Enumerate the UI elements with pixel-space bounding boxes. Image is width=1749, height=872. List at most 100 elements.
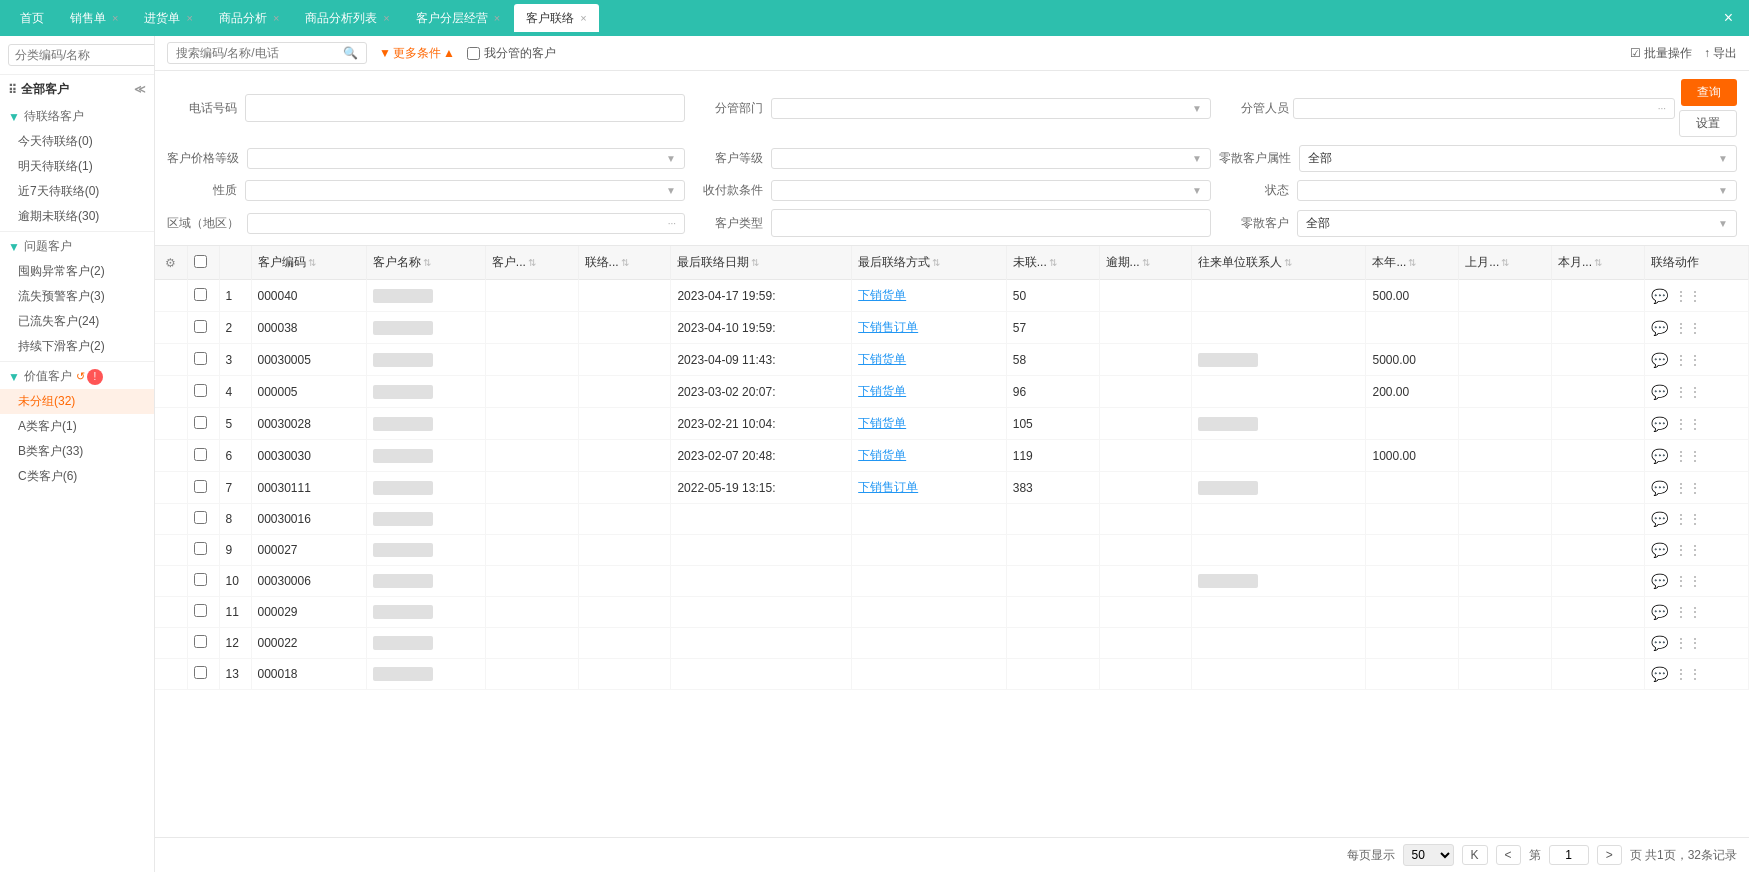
contact-icon[interactable]: 💬 bbox=[1651, 604, 1668, 620]
more-icon[interactable]: ⋮⋮ bbox=[1674, 666, 1702, 682]
collapse-icon[interactable]: ≪ bbox=[134, 83, 146, 96]
row-checkbox[interactable] bbox=[194, 448, 207, 461]
tab-home[interactable]: 首页 bbox=[8, 4, 56, 32]
th-type[interactable]: 客户...⇅ bbox=[485, 246, 578, 280]
close-sales-icon[interactable]: × bbox=[112, 12, 118, 24]
close-purchase-icon[interactable]: × bbox=[186, 12, 192, 24]
contact-icon[interactable]: 💬 bbox=[1651, 573, 1668, 589]
th-last-contact-method[interactable]: 最后联络方式⇅ bbox=[852, 246, 1007, 280]
contact-icon[interactable]: 💬 bbox=[1651, 320, 1668, 336]
first-page-btn[interactable]: K bbox=[1462, 845, 1488, 865]
more-icon[interactable]: ⋮⋮ bbox=[1674, 416, 1702, 432]
row-checkbox[interactable] bbox=[194, 573, 207, 586]
th-name[interactable]: 客户名称⇅ bbox=[367, 246, 486, 280]
row-checkbox[interactable] bbox=[194, 604, 207, 617]
reset-button[interactable]: 设置 bbox=[1679, 110, 1737, 137]
contact-icon[interactable]: 💬 bbox=[1651, 288, 1668, 304]
row-checkbox[interactable] bbox=[194, 384, 207, 397]
close-product-analysis-list-icon[interactable]: × bbox=[383, 12, 389, 24]
select-manager[interactable]: ··· bbox=[1293, 98, 1675, 119]
tab-product-analysis-list[interactable]: 商品分析列表 × bbox=[293, 4, 401, 32]
more-icon[interactable]: ⋮⋮ bbox=[1674, 448, 1702, 464]
select-customer-grade[interactable]: ▼ bbox=[771, 148, 1211, 169]
select-payment[interactable]: ▼ bbox=[771, 180, 1211, 201]
sidebar-item-tomorrow[interactable]: 明天待联络(1) bbox=[0, 154, 154, 179]
select-region[interactable]: ··· bbox=[247, 213, 685, 234]
search-icon[interactable]: 🔍 bbox=[343, 46, 358, 60]
sidebar-item-7days[interactable]: 近7天待联络(0) bbox=[0, 179, 154, 204]
more-icon[interactable]: ⋮⋮ bbox=[1674, 288, 1702, 304]
contact-icon[interactable]: 💬 bbox=[1651, 542, 1668, 558]
close-customer-segment-icon[interactable]: × bbox=[494, 12, 500, 24]
sidebar-search-input[interactable] bbox=[8, 44, 155, 66]
more-icon[interactable]: ⋮⋮ bbox=[1674, 573, 1702, 589]
more-icon[interactable]: ⋮⋮ bbox=[1674, 352, 1702, 368]
sidebar-item-classC[interactable]: C类客户(6) bbox=[0, 464, 154, 489]
th-last-month[interactable]: 上月...⇅ bbox=[1459, 246, 1552, 280]
row-checkbox[interactable] bbox=[194, 542, 207, 555]
search-input[interactable] bbox=[176, 46, 343, 60]
th-partner-contact[interactable]: 往来单位联系人⇅ bbox=[1192, 246, 1366, 280]
sidebar-item-overdue[interactable]: 逾期未联络(30) bbox=[0, 204, 154, 229]
row-checkbox[interactable] bbox=[194, 666, 207, 679]
row-checkbox[interactable] bbox=[194, 635, 207, 648]
contact-icon[interactable]: 💬 bbox=[1651, 448, 1668, 464]
th-this-month[interactable]: 本月...⇅ bbox=[1552, 246, 1645, 280]
row-checkbox[interactable] bbox=[194, 352, 207, 365]
settings-gear-icon[interactable]: ⚙ bbox=[161, 256, 181, 270]
more-icon[interactable]: ⋮⋮ bbox=[1674, 384, 1702, 400]
sidebar-item-classA[interactable]: A类客户(1) bbox=[0, 414, 154, 439]
select-scattered[interactable]: 全部▼ bbox=[1297, 210, 1737, 237]
tab-sales[interactable]: 销售单 × bbox=[58, 4, 130, 32]
input-customer-type[interactable] bbox=[771, 209, 1211, 237]
select-dept[interactable]: ▼ bbox=[771, 98, 1211, 119]
page-number-input[interactable] bbox=[1549, 845, 1589, 865]
select-nature[interactable]: ▼ bbox=[245, 180, 685, 201]
sidebar-item-today[interactable]: 今天待联络(0) bbox=[0, 129, 154, 154]
more-icon[interactable]: ⋮⋮ bbox=[1674, 542, 1702, 558]
row-checkbox[interactable] bbox=[194, 288, 207, 301]
per-page-select[interactable]: 50 20 100 bbox=[1403, 844, 1454, 866]
contact-icon[interactable]: 💬 bbox=[1651, 511, 1668, 527]
my-customers-checkbox[interactable] bbox=[467, 47, 480, 60]
export-btn[interactable]: ↑ 导出 bbox=[1704, 45, 1737, 62]
close-customer-contact-icon[interactable]: × bbox=[580, 12, 586, 24]
search-button[interactable]: 查询 bbox=[1681, 79, 1737, 106]
row-checkbox[interactable] bbox=[194, 320, 207, 333]
batch-operation-btn[interactable]: ☑ 批量操作 bbox=[1630, 45, 1692, 62]
select-scattered-attr[interactable]: 全部▼ bbox=[1299, 145, 1737, 172]
input-phone[interactable] bbox=[245, 94, 685, 122]
row-checkbox[interactable] bbox=[194, 511, 207, 524]
sidebar-item-classB[interactable]: B类客户(33) bbox=[0, 439, 154, 464]
next-page-btn[interactable]: > bbox=[1597, 845, 1622, 865]
tab-purchase[interactable]: 进货单 × bbox=[132, 4, 204, 32]
contact-icon[interactable]: 💬 bbox=[1651, 666, 1668, 682]
th-this-year[interactable]: 本年...⇅ bbox=[1366, 246, 1459, 280]
select-price-grade[interactable]: ▼ bbox=[247, 148, 685, 169]
sidebar-item-abnormal-hoard[interactable]: 囤购异常客户(2) bbox=[0, 259, 154, 284]
th-code[interactable]: 客户编码⇅ bbox=[251, 246, 367, 280]
sidebar-item-lost[interactable]: 已流失客户(24) bbox=[0, 309, 154, 334]
sidebar-item-churn-warning[interactable]: 流失预警客户(3) bbox=[0, 284, 154, 309]
tab-customer-segment[interactable]: 客户分层经营 × bbox=[404, 4, 512, 32]
close-all-button[interactable]: × bbox=[1716, 9, 1741, 27]
tab-customer-contact[interactable]: 客户联络 × bbox=[514, 4, 598, 32]
select-all-checkbox[interactable] bbox=[194, 255, 207, 268]
select-status[interactable]: ▼ bbox=[1297, 180, 1737, 201]
th-no-contact[interactable]: 未联...⇅ bbox=[1006, 246, 1099, 280]
th-contact[interactable]: 联络...⇅ bbox=[578, 246, 671, 280]
row-checkbox[interactable] bbox=[194, 416, 207, 429]
more-icon[interactable]: ⋮⋮ bbox=[1674, 480, 1702, 496]
sidebar-item-ungrouped[interactable]: 未分组(32) bbox=[0, 389, 154, 414]
contact-icon[interactable]: 💬 bbox=[1651, 480, 1668, 496]
contact-icon[interactable]: 💬 bbox=[1651, 384, 1668, 400]
tab-product-analysis[interactable]: 商品分析 × bbox=[207, 4, 291, 32]
th-last-contact-date[interactable]: 最后联络日期⇅ bbox=[671, 246, 852, 280]
contact-icon[interactable]: 💬 bbox=[1651, 352, 1668, 368]
th-overdue[interactable]: 逾期...⇅ bbox=[1099, 246, 1192, 280]
refresh-icon[interactable]: ↺ bbox=[76, 370, 85, 383]
more-icon[interactable]: ⋮⋮ bbox=[1674, 320, 1702, 336]
contact-icon[interactable]: 💬 bbox=[1651, 635, 1668, 651]
close-product-analysis-icon[interactable]: × bbox=[273, 12, 279, 24]
row-checkbox[interactable] bbox=[194, 480, 207, 493]
